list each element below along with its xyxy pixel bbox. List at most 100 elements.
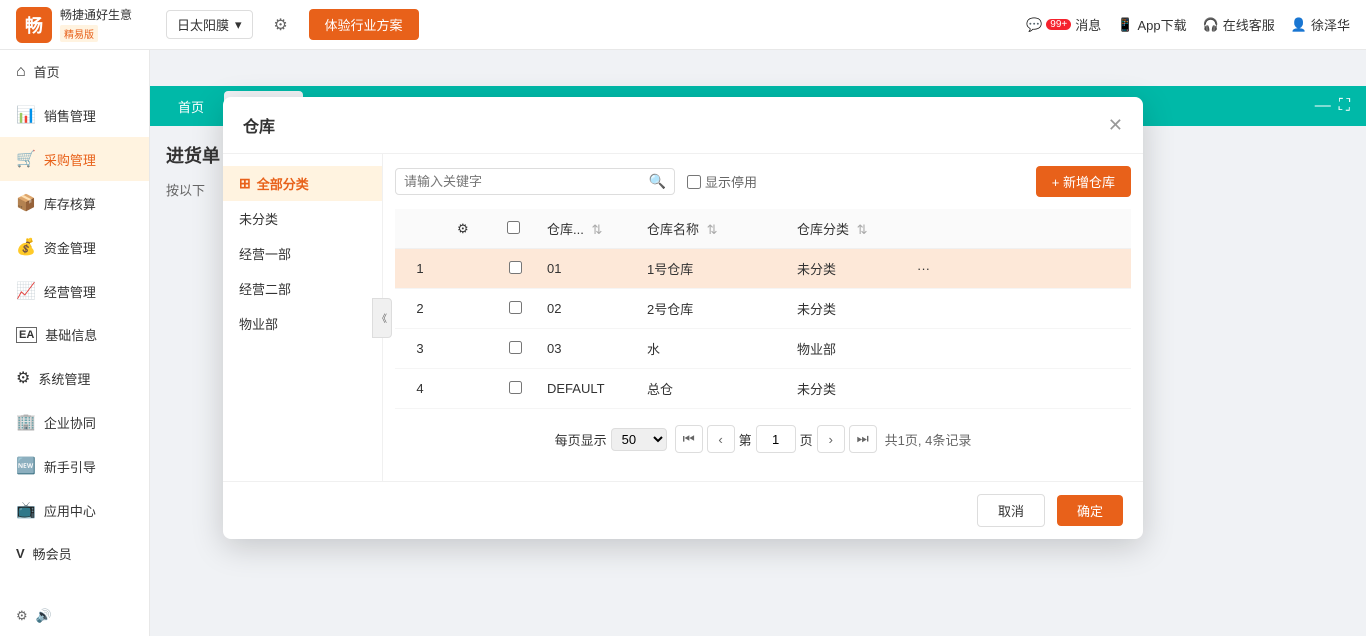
per-page-select[interactable]: 50 100 200: [611, 428, 667, 451]
toolbar-label: 按以下: [166, 180, 205, 199]
settings-button[interactable]: ⚙: [265, 9, 297, 41]
table-row[interactable]: 1 01 1号仓库 未分类 ···: [395, 249, 1131, 289]
search-icon[interactable]: 🔍: [649, 173, 666, 190]
cell-cat-2: 物业部: [785, 329, 905, 369]
table-row[interactable]: 2 02 2号仓库 未分类: [395, 289, 1131, 329]
sidebar: ⌂ 首页 📊 销售管理 🛒 采购管理 📦 库存核算 💰 资金管理: [0, 50, 150, 636]
cell-settings-2: [445, 329, 495, 369]
member-icon: V: [16, 546, 25, 561]
row-checkbox-2[interactable]: [509, 341, 522, 354]
page-label: 第: [739, 430, 752, 449]
page-number-input[interactable]: [756, 425, 796, 453]
confirm-button[interactable]: 确定: [1057, 495, 1123, 526]
th-code[interactable]: 仓库... ⇅: [535, 209, 635, 249]
row-checkbox-0[interactable]: [509, 261, 522, 274]
show-disabled-checkbox[interactable]: [687, 175, 701, 189]
category-item-3[interactable]: 物业部: [223, 306, 382, 341]
inventory-icon: 📦: [16, 193, 36, 213]
settings-col-icon[interactable]: ⚙: [457, 221, 469, 236]
sound-icon[interactable]: 🔊: [36, 608, 52, 624]
trial-button[interactable]: 体验行业方案: [309, 9, 419, 40]
search-input[interactable]: [404, 174, 649, 189]
tab-home-label: 首页: [178, 100, 204, 115]
table-row[interactable]: 3 03 水 物业部: [395, 329, 1131, 369]
table-body: 1 01 1号仓库 未分类 ··· 2 02 2号仓库 未分类 3: [395, 249, 1131, 409]
category-item-2[interactable]: 经营二部: [223, 271, 382, 306]
cancel-button[interactable]: 取消: [977, 494, 1045, 527]
maximize-icon[interactable]: ⛶: [1339, 97, 1350, 115]
user-group[interactable]: 👤 徐泽华: [1291, 15, 1350, 34]
category-all[interactable]: ⊞ 全部分类: [223, 166, 382, 201]
store-selector[interactable]: 日太阳膜 ▾: [166, 10, 253, 39]
sidebar-label-finance: 资金管理: [44, 238, 96, 257]
modal-footer: 取消 确定: [223, 481, 1143, 539]
modal-body: ⊞ 全部分类 未分类 经营一部 经营二部 物业部 《: [223, 154, 1143, 481]
sidebar-item-member[interactable]: V 畅会员: [0, 532, 149, 575]
settings-bottom-icon[interactable]: ⚙: [16, 608, 28, 624]
row-checkbox-1[interactable]: [509, 301, 522, 314]
home-icon: ⌂: [16, 63, 26, 81]
cell-check-2: [495, 329, 535, 369]
cell-num-1: 2: [395, 289, 445, 329]
minimize-icon[interactable]: —: [1315, 97, 1331, 115]
sidebar-item-enterprise[interactable]: 🏢 企业协同: [0, 400, 149, 444]
first-page-button[interactable]: ⏮: [675, 425, 703, 453]
notifications-label: 消息: [1075, 15, 1101, 34]
mobile-icon: 📱: [1117, 17, 1133, 33]
notifications-badge: 99+: [1046, 19, 1071, 30]
cell-num-3: 4: [395, 369, 445, 409]
row-checkbox-3[interactable]: [509, 381, 522, 394]
add-warehouse-button[interactable]: + 新增仓库: [1036, 166, 1131, 197]
collapse-category-button[interactable]: 《: [372, 298, 392, 338]
sidebar-item-guide[interactable]: 🆕 新手引导: [0, 444, 149, 488]
category-label-2: 经营二部: [239, 282, 291, 297]
page-unit: 页: [800, 430, 813, 449]
last-page-button[interactable]: ⏭: [849, 425, 877, 453]
show-disabled-label[interactable]: 显示停用: [687, 172, 757, 191]
cell-num-2: 3: [395, 329, 445, 369]
table-area: 🔍 显示停用 + 新增仓库: [383, 154, 1143, 481]
sidebar-item-appcenter[interactable]: 📺 应用中心: [0, 488, 149, 532]
cell-settings-1: [445, 289, 495, 329]
notifications-group[interactable]: 💬 99+ 消息: [1026, 15, 1101, 34]
page-nav: ⏮ ‹ 第 页 › ⏭: [675, 425, 877, 453]
sidebar-item-operation[interactable]: 📈 经营管理: [0, 269, 149, 313]
next-page-button[interactable]: ›: [817, 425, 845, 453]
table-row[interactable]: 4 DEFAULT 总仓 未分类: [395, 369, 1131, 409]
store-name: 日太阳膜: [177, 15, 229, 34]
prev-page-button[interactable]: ‹: [707, 425, 735, 453]
sidebar-item-purchase[interactable]: 🛒 采购管理: [0, 137, 149, 181]
category-item-1[interactable]: 经营一部: [223, 236, 382, 271]
category-item-0[interactable]: 未分类: [223, 201, 382, 236]
sidebar-label-sales: 销售管理: [44, 106, 96, 125]
online-service-group[interactable]: 🎧 在线客服: [1203, 15, 1275, 34]
avatar-icon: 👤: [1291, 17, 1307, 33]
dropdown-icon: ▾: [235, 17, 242, 33]
th-name[interactable]: 仓库名称 ⇅: [635, 209, 785, 249]
show-disabled-text: 显示停用: [705, 172, 757, 191]
appcenter-icon: 📺: [16, 500, 36, 520]
cell-check-1: [495, 289, 535, 329]
logo-area: 畅 畅捷通好生意 精易版: [16, 7, 166, 43]
warehouse-modal: 仓库 ✕ ⊞ 全部分类 未分类 经营一部 经营二部: [223, 97, 1143, 539]
sidebar-item-home[interactable]: ⌂ 首页: [0, 50, 149, 93]
cell-cat-3: 未分类: [785, 369, 905, 409]
sidebar-label-enterprise: 企业协同: [44, 413, 96, 432]
app-download-group[interactable]: 📱 App下载: [1117, 15, 1186, 34]
th-category[interactable]: 仓库分类 ⇅: [785, 209, 905, 249]
select-all-checkbox[interactable]: [507, 221, 520, 234]
th-settings: ⚙: [445, 209, 495, 249]
sidebar-item-inventory[interactable]: 📦 库存核算: [0, 181, 149, 225]
message-icon: 💬: [1026, 17, 1042, 33]
logo-icon: 畅: [16, 7, 52, 43]
sidebar-item-basics[interactable]: EA 基础信息: [0, 313, 149, 356]
sidebar-item-system[interactable]: ⚙ 系统管理: [0, 356, 149, 400]
basics-icon: EA: [16, 327, 37, 343]
total-info: 共1页, 4条记录: [885, 430, 972, 449]
sidebar-item-finance[interactable]: 💰 资金管理: [0, 225, 149, 269]
table-head: ⚙ 仓库... ⇅ 仓库名称 ⇅: [395, 209, 1131, 249]
tab-home[interactable]: 首页: [166, 91, 216, 122]
cell-check-3: [495, 369, 535, 409]
modal-close-button[interactable]: ✕: [1108, 115, 1123, 136]
sidebar-item-sales[interactable]: 📊 销售管理: [0, 93, 149, 137]
